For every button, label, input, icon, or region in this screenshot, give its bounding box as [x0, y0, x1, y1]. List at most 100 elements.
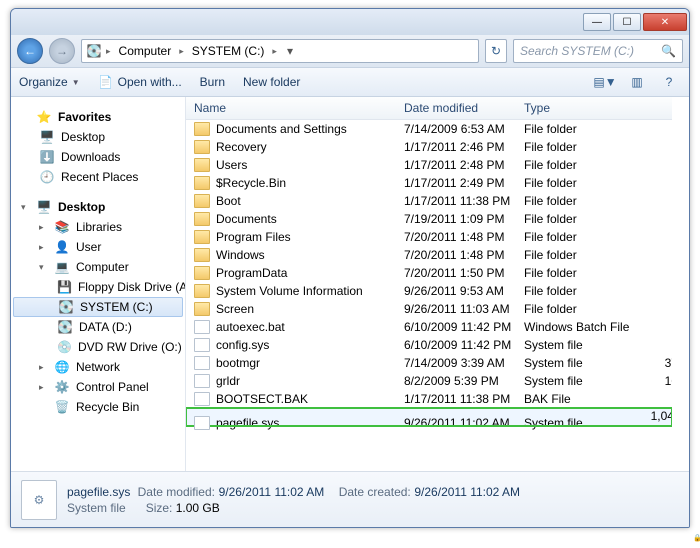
- back-button[interactable]: ←: [17, 38, 43, 64]
- collapse-icon[interactable]: ▾: [39, 262, 48, 273]
- burn-button[interactable]: Burn: [200, 75, 225, 89]
- desktop-icon: 🖥️: [36, 199, 52, 215]
- nav-dvd[interactable]: 💿DVD RW Drive (O:): [13, 337, 183, 357]
- collapse-icon[interactable]: ▾: [21, 202, 30, 213]
- file-type: System file: [524, 356, 634, 370]
- address-dropdown[interactable]: ▾: [281, 44, 299, 58]
- file-type: System file: [524, 374, 634, 388]
- refresh-button[interactable]: ↻: [485, 39, 507, 63]
- file-row[interactable]: Users1/17/2011 2:48 PMFile folder: [186, 156, 672, 174]
- file-row[interactable]: config.sys6/10/2009 11:42 PMSystem file1…: [186, 336, 672, 354]
- minimize-button[interactable]: —: [583, 13, 611, 31]
- file-row[interactable]: grldr8/2/2009 5:39 PMSystem file168 KB: [186, 372, 672, 390]
- file-row[interactable]: Boot1/17/2011 11:38 PMFile folder: [186, 192, 672, 210]
- file-row[interactable]: System Volume Information9/26/2011 9:53 …: [186, 282, 672, 300]
- nav-system-c[interactable]: 💽SYSTEM (C:): [13, 297, 183, 317]
- file-row[interactable]: Documents and Settings7/14/2009 6:53 AMF…: [186, 120, 672, 138]
- forward-button[interactable]: →: [49, 38, 75, 64]
- search-box[interactable]: Search SYSTEM (C:) 🔍: [513, 39, 683, 63]
- file-row[interactable]: BOOTSECT.BAK1/17/2011 11:38 PMBAK File8 …: [186, 390, 672, 408]
- view-icon: ▤: [593, 75, 604, 89]
- nav-pane[interactable]: ⭐Favorites 🖥️Desktop ⬇️Downloads 🕘Recent…: [11, 97, 186, 471]
- new-folder-button[interactable]: New folder: [243, 75, 300, 89]
- col-name[interactable]: Name: [194, 101, 404, 115]
- col-size[interactable]: Size: [634, 101, 672, 115]
- pane-icon: ▥: [631, 75, 642, 89]
- nav-libraries[interactable]: ▸📚Libraries: [13, 217, 183, 237]
- file-row[interactable]: bootmgr7/14/2009 3:39 AMSystem file375 K…: [186, 354, 672, 372]
- file-type: File folder: [524, 284, 634, 298]
- breadcrumb-computer[interactable]: Computer: [115, 44, 176, 58]
- file-type: File folder: [524, 212, 634, 226]
- drive-icon: 💽: [86, 43, 102, 59]
- details-size: 1.00 GB: [176, 501, 220, 515]
- preview-pane-button[interactable]: ▥: [625, 72, 649, 92]
- nav-desktop-fav[interactable]: 🖥️Desktop: [13, 127, 183, 147]
- desktop-icon: 🖥️: [39, 129, 55, 145]
- file-row[interactable]: Program Files7/20/2011 1:48 PMFile folde…: [186, 228, 672, 246]
- breadcrumb-drive[interactable]: SYSTEM (C:): [188, 44, 269, 58]
- drive-icon: 💽: [58, 299, 74, 315]
- organize-menu[interactable]: Organize▼: [19, 75, 80, 89]
- nav-control-panel[interactable]: ▸⚙️Control Panel: [13, 377, 183, 397]
- file-row[interactable]: Documents7/19/2011 1:09 PMFile folder: [186, 210, 672, 228]
- close-button[interactable]: ✕: [643, 13, 687, 31]
- nav-network[interactable]: ▸🌐Network: [13, 357, 183, 377]
- nav-user[interactable]: ▸👤User: [13, 237, 183, 257]
- folder-icon: [194, 176, 210, 190]
- nav-desktop-root[interactable]: ▾🖥️Desktop: [13, 197, 183, 217]
- maximize-button[interactable]: ☐: [613, 13, 641, 31]
- file-date: 9/26/2011 11:03 AM: [404, 302, 524, 316]
- file-name: System Volume Information: [216, 284, 363, 298]
- col-date[interactable]: Date modified: [404, 101, 524, 115]
- file-date: 1/17/2011 11:38 PM: [404, 392, 524, 406]
- file-row[interactable]: $Recycle.Bin1/17/2011 2:49 PMFile folder: [186, 174, 672, 192]
- file-date: 7/14/2009 3:39 AM: [404, 356, 524, 370]
- file-row[interactable]: Windows7/20/2011 1:48 PMFile folder: [186, 246, 672, 264]
- open-with-button[interactable]: 📄Open with...: [98, 74, 182, 90]
- view-menu[interactable]: ▤▼: [593, 72, 617, 92]
- address-bar[interactable]: 💽 ▸ Computer ▸ SYSTEM (C:) ▸ ▾: [81, 39, 479, 63]
- file-date: 8/2/2009 5:39 PM: [404, 374, 524, 388]
- file-list[interactable]: Name Date modified Type Size Documents a…: [186, 97, 672, 471]
- file-row[interactable]: autoexec.bat6/10/2009 11:42 PMWindows Ba…: [186, 318, 672, 336]
- file-icon: [194, 416, 210, 430]
- control-panel-icon: ⚙️: [54, 379, 70, 395]
- expand-icon[interactable]: ▸: [39, 382, 48, 393]
- floppy-icon: 💾: [57, 279, 72, 295]
- nav-floppy[interactable]: 💾Floppy Disk Drive (A:): [13, 277, 183, 297]
- file-type: File folder: [524, 158, 634, 172]
- file-name: BOOTSECT.BAK: [216, 392, 308, 406]
- recycle-icon: 🗑️: [54, 399, 70, 415]
- file-icon: [194, 374, 210, 388]
- nav-computer[interactable]: ▾💻Computer: [13, 257, 183, 277]
- expand-icon[interactable]: ▸: [39, 362, 48, 373]
- file-row[interactable]: pagefile.sys9/26/2011 11:02 AMSystem fil…: [186, 408, 672, 426]
- folder-icon: [194, 230, 210, 244]
- recent-icon: 🕘: [39, 169, 55, 185]
- file-date: 6/10/2009 11:42 PM: [404, 320, 524, 334]
- file-row[interactable]: Recovery1/17/2011 2:46 PMFile folder: [186, 138, 672, 156]
- nav-data-d[interactable]: 💽DATA (D:): [13, 317, 183, 337]
- help-button[interactable]: ?: [657, 72, 681, 92]
- col-type[interactable]: Type: [524, 101, 634, 115]
- file-date: 9/26/2011 11:02 AM: [404, 416, 524, 430]
- file-row[interactable]: ProgramData7/20/2011 1:50 PMFile folder: [186, 264, 672, 282]
- folder-icon: [194, 194, 210, 208]
- expand-icon[interactable]: ▸: [39, 242, 48, 253]
- file-name: Boot: [216, 194, 241, 208]
- expand-icon[interactable]: ▸: [39, 222, 48, 233]
- vertical-scrollbar[interactable]: [672, 97, 689, 471]
- nav-recent[interactable]: 🕘Recent Places: [13, 167, 183, 187]
- file-type: File folder: [524, 176, 634, 190]
- file-row[interactable]: Screen9/26/2011 11:03 AMFile folder: [186, 300, 672, 318]
- file-date: 7/20/2011 1:48 PM: [404, 248, 524, 262]
- nav-favorites[interactable]: ⭐Favorites: [13, 107, 183, 127]
- dvd-icon: 💿: [57, 339, 72, 355]
- file-date: 1/17/2011 11:38 PM: [404, 194, 524, 208]
- file-date: 6/10/2009 11:42 PM: [404, 338, 524, 352]
- file-type: File folder: [524, 230, 634, 244]
- nav-recycle-bin[interactable]: 🗑️Recycle Bin: [13, 397, 183, 417]
- file-size: 168 KB: [634, 374, 672, 388]
- nav-downloads[interactable]: ⬇️Downloads: [13, 147, 183, 167]
